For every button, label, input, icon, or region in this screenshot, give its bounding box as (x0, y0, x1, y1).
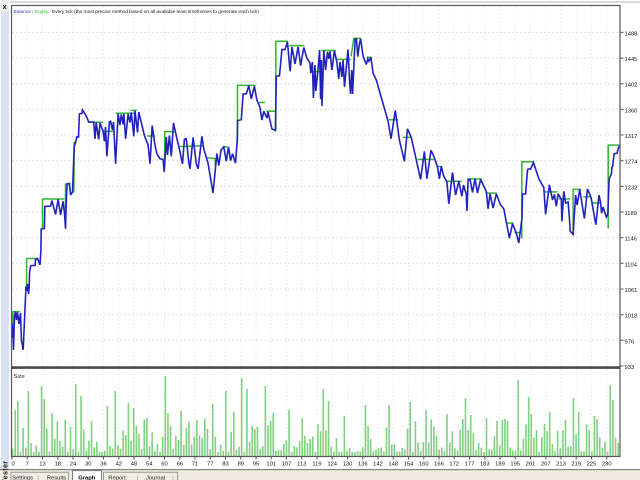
svg-text:1402: 1402 (625, 83, 638, 89)
svg-text:101: 101 (266, 462, 276, 468)
svg-text:Results: Results (47, 476, 66, 480)
svg-text:107: 107 (282, 462, 292, 468)
svg-text:166: 166 (434, 462, 444, 468)
svg-text:24: 24 (70, 462, 77, 468)
svg-text:|: | (137, 476, 139, 480)
svg-text:1445: 1445 (625, 57, 638, 63)
svg-text:Journal: Journal (146, 476, 165, 480)
svg-text:1104: 1104 (625, 262, 638, 268)
svg-text:1488: 1488 (625, 31, 638, 37)
svg-text:225: 225 (587, 462, 597, 468)
svg-text:Size: Size (14, 374, 25, 380)
svg-text:1018: 1018 (625, 314, 638, 320)
svg-text:1061: 1061 (625, 288, 638, 294)
svg-text:|: | (37, 476, 39, 480)
svg-text:1317: 1317 (625, 134, 638, 140)
svg-text:230: 230 (602, 462, 612, 468)
svg-text:Tester: Tester (1, 461, 10, 480)
svg-text:189: 189 (495, 462, 505, 468)
svg-text:Settings: Settings (12, 476, 33, 480)
svg-text:71: 71 (192, 462, 198, 468)
svg-text:0: 0 (12, 462, 15, 468)
svg-text:124: 124 (327, 462, 337, 468)
svg-text:207: 207 (541, 462, 551, 468)
svg-text:30: 30 (85, 462, 91, 468)
svg-text:77: 77 (207, 462, 213, 468)
svg-text:976: 976 (625, 339, 635, 345)
svg-text:36: 36 (100, 462, 106, 468)
svg-text:83: 83 (222, 462, 228, 468)
svg-text:|: | (172, 476, 174, 480)
svg-text:219: 219 (571, 462, 581, 468)
svg-text:213: 213 (556, 462, 566, 468)
svg-text:136: 136 (358, 462, 368, 468)
svg-text:Report: Report (108, 476, 126, 480)
svg-text:113: 113 (297, 462, 306, 468)
svg-text:Graph: Graph (78, 476, 96, 480)
svg-text:933: 933 (625, 365, 635, 371)
svg-text:130: 130 (343, 462, 353, 468)
svg-text:1146: 1146 (625, 237, 637, 243)
svg-text:Balance / Equity / Every tick: Balance / Equity / Every tick (the most … (14, 9, 260, 15)
svg-text:7: 7 (26, 462, 29, 468)
svg-text:54: 54 (146, 462, 153, 468)
svg-text:42: 42 (116, 462, 122, 468)
svg-text:13: 13 (39, 462, 45, 468)
svg-text:201: 201 (526, 462, 536, 468)
svg-text:48: 48 (131, 462, 137, 468)
svg-text:142: 142 (373, 462, 383, 468)
svg-text:154: 154 (404, 462, 414, 468)
svg-text:177: 177 (465, 462, 475, 468)
svg-text:89: 89 (238, 462, 244, 468)
svg-text:1232: 1232 (625, 185, 638, 191)
svg-text:1274: 1274 (625, 160, 639, 166)
svg-text:18: 18 (55, 462, 61, 468)
svg-text:1360: 1360 (625, 108, 638, 114)
svg-text:148: 148 (388, 462, 398, 468)
svg-text:119: 119 (312, 462, 321, 468)
svg-text:1189: 1189 (625, 211, 637, 217)
svg-text:95: 95 (253, 462, 259, 468)
svg-text:60: 60 (161, 462, 167, 468)
svg-text:195: 195 (510, 462, 520, 468)
svg-text:66: 66 (177, 462, 183, 468)
svg-text:172: 172 (449, 462, 459, 468)
svg-text:160: 160 (419, 462, 429, 468)
svg-text:183: 183 (480, 462, 490, 468)
